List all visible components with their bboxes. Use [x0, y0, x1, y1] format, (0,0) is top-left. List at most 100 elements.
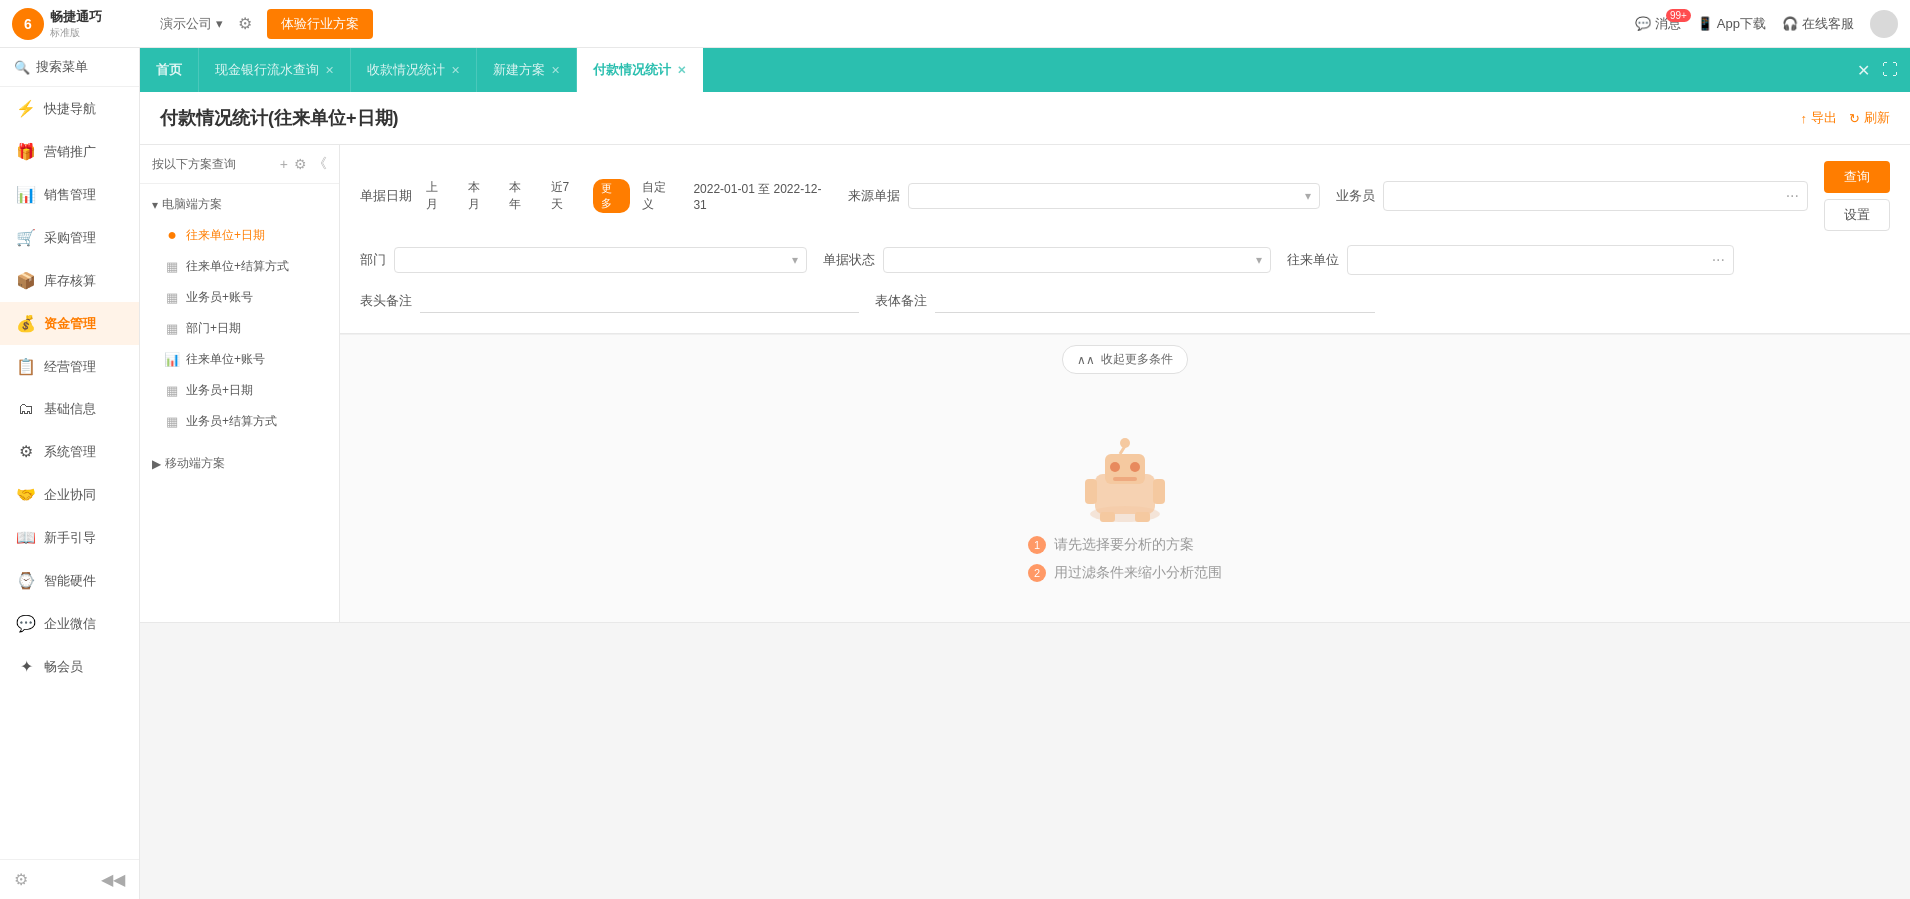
- partner-select[interactable]: ···: [1347, 245, 1734, 275]
- this-year-btn[interactable]: 本年: [503, 177, 539, 215]
- tab-close-all-icon[interactable]: ✕: [1853, 57, 1874, 84]
- staff-select[interactable]: ···: [1383, 181, 1808, 211]
- refresh-button[interactable]: ↻ 刷新: [1849, 109, 1890, 127]
- body-note-input[interactable]: [935, 289, 1374, 313]
- scheme-item-label: 业务员+结算方式: [186, 413, 277, 430]
- scheme-item-table-icon: ▦: [164, 321, 180, 336]
- sidebar-item-inventory[interactable]: 📦 库存核算: [0, 259, 139, 302]
- sidebar-item-label: 基础信息: [44, 400, 96, 418]
- notif-badge: 99+: [1666, 9, 1691, 22]
- chevron-down-icon: ▾: [152, 198, 158, 212]
- staff-dots-icon[interactable]: ···: [1786, 187, 1799, 205]
- scheme-collapse-icon[interactable]: 《: [313, 155, 327, 173]
- online-service-btn[interactable]: 🎧 在线客服: [1782, 15, 1854, 33]
- sidebar-item-label: 经营管理: [44, 358, 96, 376]
- scheme-item-active-icon: ●: [164, 226, 180, 244]
- last-month-btn[interactable]: 上月: [420, 177, 456, 215]
- sidebar-item-purchase[interactable]: 🛒 采购管理: [0, 216, 139, 259]
- voucher-status-label: 单据状态: [823, 251, 875, 269]
- settings-button[interactable]: 设置: [1824, 199, 1890, 231]
- dept-filter-item: 部门 ▾: [360, 247, 807, 273]
- scheme-item-unit-account[interactable]: 📊 往来单位+账号: [140, 344, 339, 375]
- more-btn[interactable]: 更多: [593, 179, 631, 213]
- sidebar-item-business[interactable]: 📋 经营管理: [0, 345, 139, 388]
- add-scheme-icon[interactable]: +: [280, 156, 288, 172]
- tab-home[interactable]: 首页: [140, 48, 199, 92]
- notification-area[interactable]: 💬 消息 99+: [1635, 15, 1681, 33]
- hardware-icon: ⌚: [16, 571, 36, 590]
- tab-receipt-stats-close[interactable]: ✕: [451, 64, 460, 77]
- sidebar-item-enterprise[interactable]: 🤝 企业协同: [0, 473, 139, 516]
- sidebar-item-system[interactable]: ⚙ 系统管理: [0, 430, 139, 473]
- user-avatar[interactable]: [1870, 10, 1898, 38]
- dept-select[interactable]: ▾: [394, 247, 807, 273]
- tab-bank-flow-close[interactable]: ✕: [325, 64, 334, 77]
- sidebar-bottom: ⚙ ◀◀: [0, 859, 139, 899]
- desktop-section-title[interactable]: ▾ 电脑端方案: [140, 190, 339, 219]
- logo-sub: 标准版: [50, 26, 102, 40]
- marketing-icon: 🎁: [16, 142, 36, 161]
- tab-new-scheme[interactable]: 新建方案 ✕: [477, 48, 577, 92]
- source-select[interactable]: ▾: [908, 183, 1320, 209]
- sidebar-item-guide[interactable]: 📖 新手引导: [0, 516, 139, 559]
- partner-dots-icon[interactable]: ···: [1712, 251, 1725, 269]
- desktop-section-label: 电脑端方案: [162, 196, 222, 213]
- sidebar-item-quick-nav[interactable]: ⚡ 快捷导航: [0, 87, 139, 130]
- sidebar-collapse-icon[interactable]: ◀◀: [101, 870, 125, 889]
- mobile-section-label: 移动端方案: [165, 455, 225, 472]
- tab-bank-flow[interactable]: 现金银行流水查询 ✕: [199, 48, 351, 92]
- tab-expand-icon[interactable]: ⛶: [1878, 57, 1902, 83]
- header-note-input[interactable]: [420, 289, 859, 313]
- sidebar-settings-icon[interactable]: ⚙: [14, 870, 28, 889]
- scheme-setting-icon[interactable]: ⚙: [294, 156, 307, 172]
- trial-button[interactable]: 体验行业方案: [267, 9, 373, 39]
- scheme-item-unit-settle[interactable]: ▦ 往来单位+结算方式: [140, 251, 339, 282]
- tab-payment-stats[interactable]: 付款情况统计 ✕: [577, 48, 703, 92]
- svg-rect-6: [1085, 479, 1097, 504]
- svg-rect-7: [1153, 479, 1165, 504]
- scheme-item-unit-date[interactable]: ● 往来单位+日期: [140, 219, 339, 251]
- custom-btn[interactable]: 自定义: [636, 177, 683, 215]
- voucher-status-select[interactable]: ▾: [883, 247, 1270, 273]
- query-button[interactable]: 查询: [1824, 161, 1890, 193]
- settings-icon-btn[interactable]: ⚙: [231, 10, 259, 38]
- header-note-label: 表头备注: [360, 292, 412, 310]
- header-note-item: 表头备注: [360, 289, 859, 313]
- tab-new-scheme-close[interactable]: ✕: [551, 64, 560, 77]
- tab-receipt-stats[interactable]: 收款情况统计 ✕: [351, 48, 477, 92]
- scheme-item-staff-settle[interactable]: ▦ 业务员+结算方式: [140, 406, 339, 437]
- sidebar-item-sales[interactable]: 📊 销售管理: [0, 173, 139, 216]
- svg-point-3: [1110, 462, 1120, 472]
- scheme-item-dept-date[interactable]: ▦ 部门+日期: [140, 313, 339, 344]
- refresh-label: 刷新: [1864, 109, 1890, 127]
- headset-icon: 🎧: [1782, 16, 1798, 31]
- collapse-btn-area: ∧∧ 收起更多条件: [340, 334, 1910, 384]
- scheme-item-staff-account[interactable]: ▦ 业务员+账号: [140, 282, 339, 313]
- sidebar-item-hardware[interactable]: ⌚ 智能硬件: [0, 559, 139, 602]
- search-menu[interactable]: 🔍 搜索菜单: [0, 48, 139, 87]
- top-bar-left: 6 畅捷通巧 标准版 演示公司 ▾ ⚙ 体验行业方案: [12, 8, 373, 40]
- collapse-more-btn[interactable]: ∧∧ 收起更多条件: [1062, 345, 1188, 374]
- company-selector[interactable]: 演示公司 ▾: [160, 15, 223, 33]
- app-download-btn[interactable]: 📱 App下载: [1697, 15, 1766, 33]
- sidebar-item-weixin[interactable]: 💬 企业微信: [0, 602, 139, 645]
- tip-num-1: 1: [1028, 536, 1046, 554]
- scheme-item-staff-date[interactable]: ▦ 业务员+日期: [140, 375, 339, 406]
- scheme-item-table-icon: ▦: [164, 414, 180, 429]
- partner-label: 往来单位: [1287, 251, 1339, 269]
- sidebar-item-member[interactable]: ✦ 畅会员: [0, 645, 139, 688]
- this-month-btn[interactable]: 本月: [462, 177, 498, 215]
- export-button[interactable]: ↑ 导出: [1801, 109, 1838, 127]
- mobile-section-title[interactable]: ▶ 移动端方案: [140, 449, 339, 478]
- tip-text-1: 请先选择要分析的方案: [1054, 536, 1194, 554]
- sidebar-item-marketing[interactable]: 🎁 营销推广: [0, 130, 139, 173]
- sidebar-item-capital[interactable]: 💰 资金管理: [0, 302, 139, 345]
- date-options: 上月 本月 本年 近7天 更多 自定义 2022-01-01 至 2022-12…: [420, 177, 832, 215]
- dept-arrow-icon: ▾: [792, 253, 798, 267]
- last7-btn[interactable]: 近7天: [545, 177, 587, 215]
- enterprise-icon: 🤝: [16, 485, 36, 504]
- empty-tip-2: 2 用过滤条件来缩小分析范围: [1028, 564, 1222, 582]
- sidebar-item-basic-info[interactable]: 🗂 基础信息: [0, 388, 139, 430]
- tab-payment-stats-close[interactable]: ✕: [677, 64, 686, 77]
- date-range-input[interactable]: 2022-01-01 至 2022-12-31: [693, 181, 832, 212]
